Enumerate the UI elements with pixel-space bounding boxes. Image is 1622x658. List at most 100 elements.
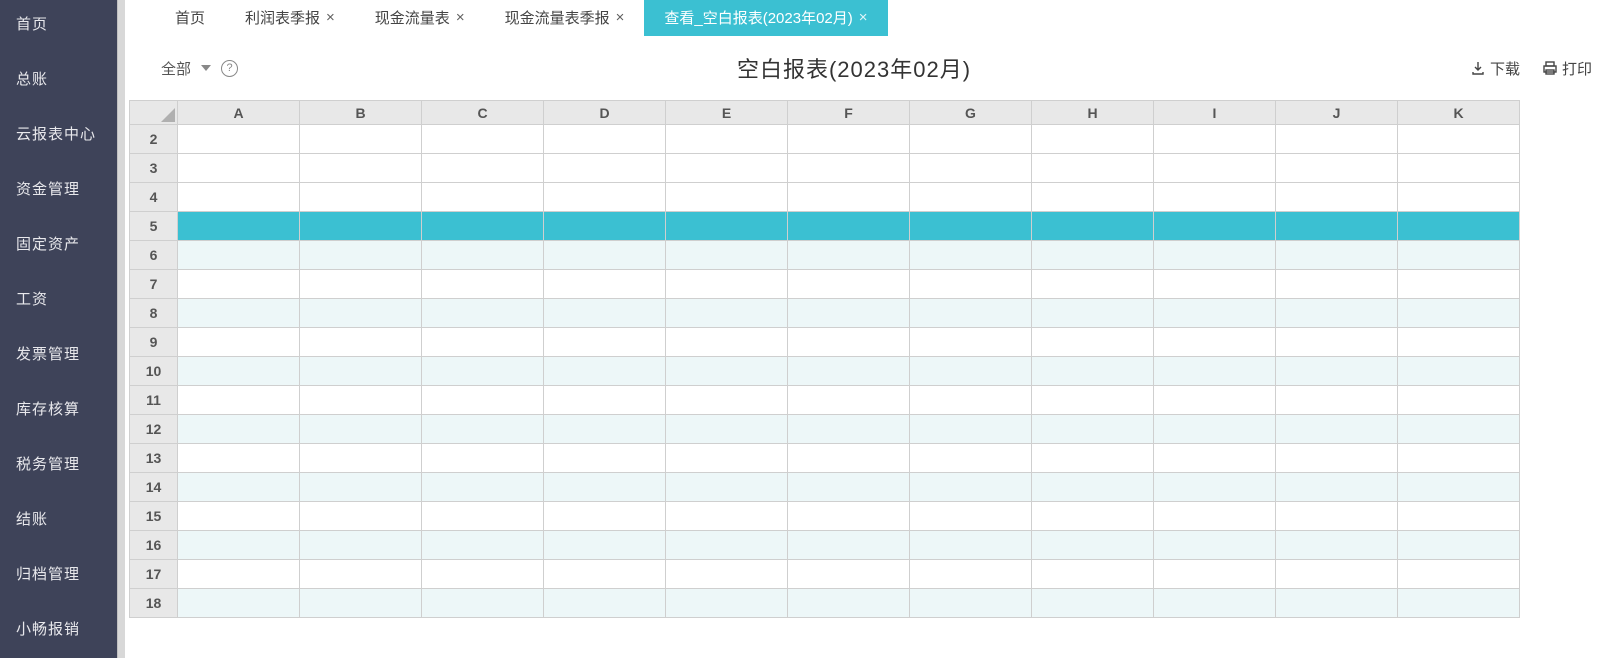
row-header[interactable]: 8 (130, 299, 178, 328)
cell[interactable] (178, 241, 300, 270)
cell[interactable] (300, 502, 422, 531)
cell[interactable] (300, 328, 422, 357)
cell[interactable] (788, 299, 910, 328)
cell[interactable] (1032, 589, 1154, 618)
cell[interactable] (910, 444, 1032, 473)
cell[interactable] (1276, 444, 1398, 473)
cell[interactable] (544, 386, 666, 415)
cell[interactable] (422, 183, 544, 212)
cell[interactable] (1398, 473, 1520, 502)
cell[interactable] (910, 531, 1032, 560)
cell[interactable] (1398, 212, 1520, 241)
cell[interactable] (910, 502, 1032, 531)
cell[interactable] (788, 589, 910, 618)
cell[interactable] (910, 589, 1032, 618)
cell[interactable] (544, 589, 666, 618)
cell[interactable] (1398, 241, 1520, 270)
column-header[interactable]: A (178, 101, 300, 125)
cell[interactable] (1276, 328, 1398, 357)
cell[interactable] (788, 241, 910, 270)
cell[interactable] (178, 154, 300, 183)
sidebar-item-expense[interactable]: 小畅报销 (0, 601, 125, 656)
cell[interactable] (1032, 183, 1154, 212)
row-header[interactable]: 9 (130, 328, 178, 357)
cell[interactable] (666, 386, 788, 415)
column-header[interactable]: C (422, 101, 544, 125)
cell[interactable] (910, 560, 1032, 589)
cell[interactable] (1032, 328, 1154, 357)
cell[interactable] (544, 560, 666, 589)
cell[interactable] (544, 183, 666, 212)
cell[interactable] (300, 241, 422, 270)
cell[interactable] (1032, 386, 1154, 415)
column-header[interactable]: I (1154, 101, 1276, 125)
cell[interactable] (788, 328, 910, 357)
cell[interactable] (1154, 125, 1276, 154)
cell[interactable] (1154, 328, 1276, 357)
tab-view-blank-report[interactable]: 查看_空白报表(2023年02月)× (644, 0, 887, 36)
cell[interactable] (422, 357, 544, 386)
cell[interactable] (1398, 502, 1520, 531)
cell[interactable] (1276, 183, 1398, 212)
help-icon[interactable]: ? (221, 60, 238, 77)
cell[interactable] (788, 502, 910, 531)
cell[interactable] (178, 415, 300, 444)
cell[interactable] (178, 357, 300, 386)
cell[interactable] (1398, 560, 1520, 589)
cell[interactable] (544, 154, 666, 183)
cell[interactable] (1276, 154, 1398, 183)
sidebar-item-invoice[interactable]: 发票管理 (0, 326, 125, 381)
cell[interactable] (788, 531, 910, 560)
row-header[interactable]: 12 (130, 415, 178, 444)
cell[interactable] (666, 444, 788, 473)
sidebar-item-archive[interactable]: 归档管理 (0, 546, 125, 601)
cell[interactable] (666, 502, 788, 531)
cell[interactable] (910, 415, 1032, 444)
row-header[interactable]: 7 (130, 270, 178, 299)
cell[interactable] (300, 183, 422, 212)
cell[interactable] (178, 502, 300, 531)
cell[interactable] (1154, 531, 1276, 560)
cell[interactable] (1398, 386, 1520, 415)
cell[interactable] (544, 328, 666, 357)
cell[interactable] (1032, 560, 1154, 589)
cell[interactable] (1154, 502, 1276, 531)
cell[interactable] (788, 473, 910, 502)
close-icon[interactable]: × (859, 9, 868, 26)
cell[interactable] (544, 473, 666, 502)
cell[interactable] (666, 328, 788, 357)
cell[interactable] (300, 357, 422, 386)
cell[interactable] (300, 444, 422, 473)
cell[interactable] (1398, 357, 1520, 386)
cell[interactable] (1276, 357, 1398, 386)
cell[interactable] (1032, 502, 1154, 531)
cell[interactable] (666, 125, 788, 154)
cell[interactable] (910, 357, 1032, 386)
cell[interactable] (910, 241, 1032, 270)
column-header[interactable]: D (544, 101, 666, 125)
cell[interactable] (788, 125, 910, 154)
cell[interactable] (300, 212, 422, 241)
cell[interactable] (1154, 444, 1276, 473)
cell[interactable] (788, 357, 910, 386)
row-header[interactable]: 15 (130, 502, 178, 531)
cell[interactable] (544, 502, 666, 531)
spreadsheet[interactable]: ABCDEFGHIJK23456789101112131415161718 (125, 100, 1622, 658)
cell[interactable] (1276, 502, 1398, 531)
cell[interactable] (300, 415, 422, 444)
cell[interactable] (788, 183, 910, 212)
cell[interactable] (1398, 270, 1520, 299)
tab-cashflow-quarterly[interactable]: 现金流量表季报× (485, 0, 645, 36)
cell[interactable] (300, 154, 422, 183)
row-header[interactable]: 16 (130, 531, 178, 560)
cell[interactable] (300, 125, 422, 154)
cell[interactable] (1276, 386, 1398, 415)
cell[interactable] (666, 212, 788, 241)
column-header[interactable]: B (300, 101, 422, 125)
cell[interactable] (1032, 357, 1154, 386)
column-header[interactable]: J (1276, 101, 1398, 125)
cell[interactable] (1276, 560, 1398, 589)
cell[interactable] (1276, 299, 1398, 328)
close-icon[interactable]: × (616, 9, 625, 26)
cell[interactable] (1154, 357, 1276, 386)
